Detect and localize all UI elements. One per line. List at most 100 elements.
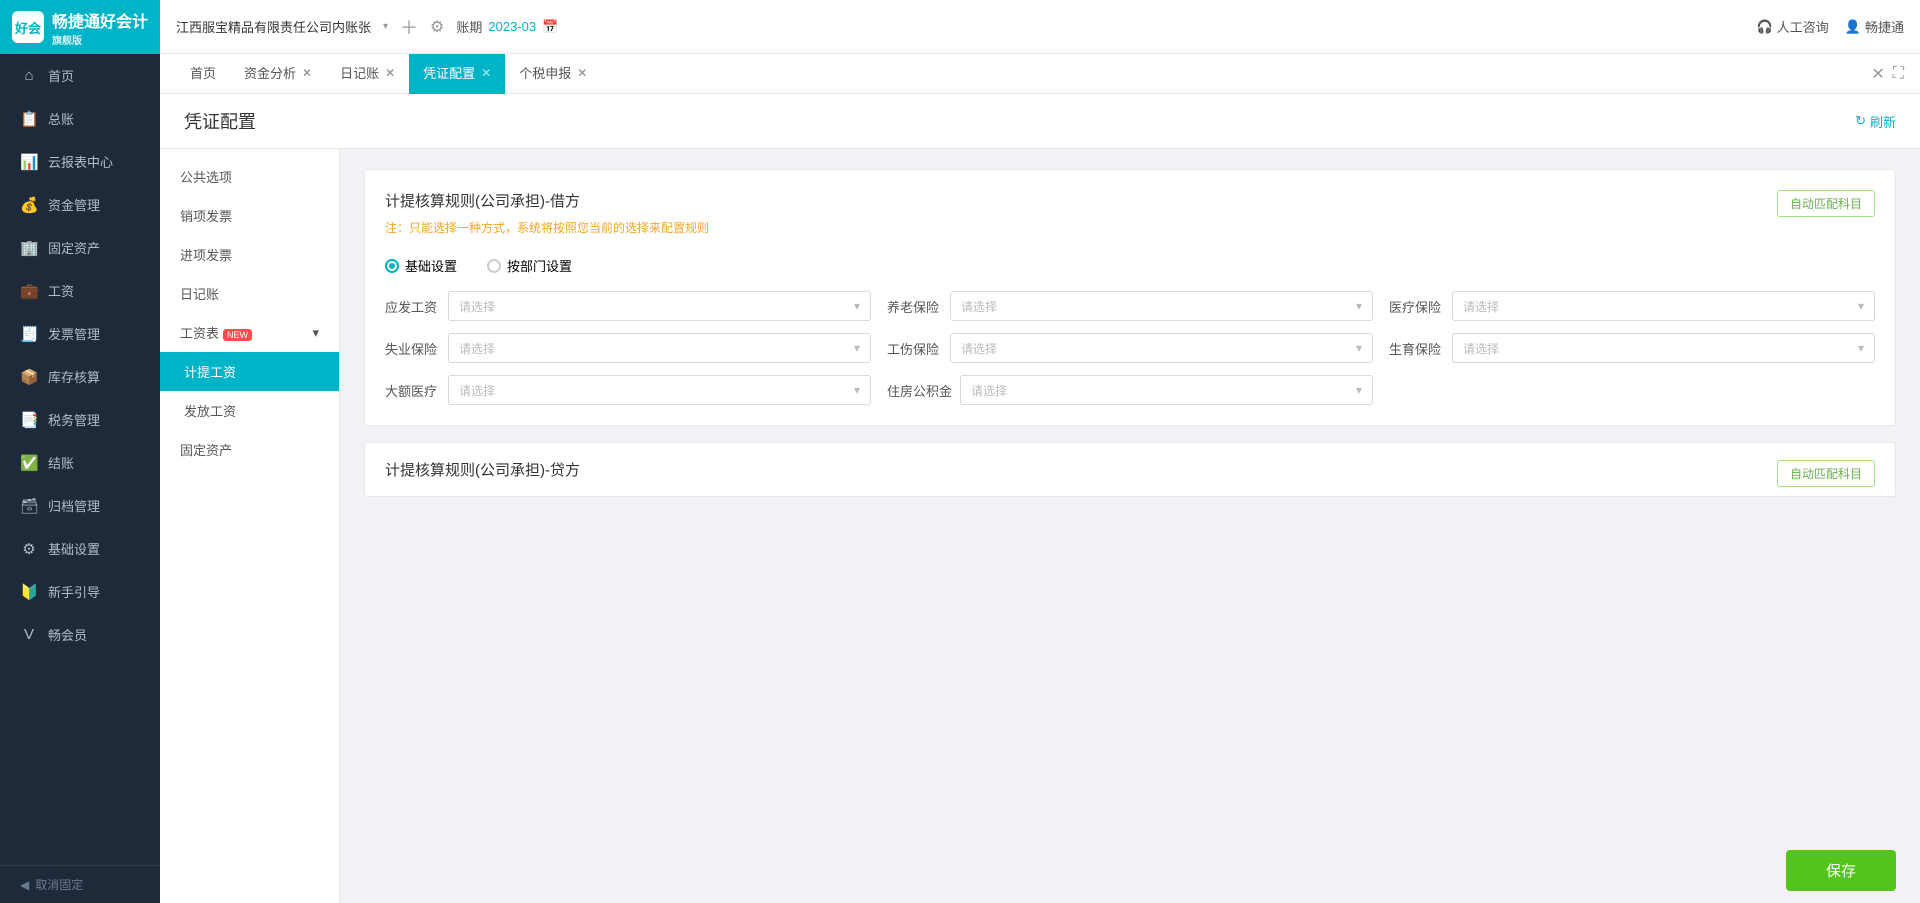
select-yfgz[interactable]: 请选择 ▾ xyxy=(448,291,871,321)
company-name: 江西服宝精品有限责任公司内账张 xyxy=(176,17,371,36)
sidebar-item-invoice[interactable]: 🧾发票管理 xyxy=(0,312,160,355)
close-tab-btn[interactable]: ✕ xyxy=(1871,64,1884,84)
sidebar-label-archive: 归档管理 xyxy=(48,496,100,515)
tab-tax[interactable]: 个税申报 ✕ xyxy=(505,54,601,94)
select-ylbx[interactable]: 请选择 ▾ xyxy=(950,291,1373,321)
period-label: 账期 2023-03 📅 xyxy=(456,17,558,36)
field-yfgz: 应发工资 请选择 ▾ xyxy=(385,291,871,321)
sidebar-item-guide[interactable]: 🔰新手引导 xyxy=(0,570,160,613)
select-sybx-arrow: ▾ xyxy=(854,341,860,355)
tab-journal[interactable]: 日记账 ✕ xyxy=(326,54,409,94)
sidebar-item-funds[interactable]: 💰资金管理 xyxy=(0,183,160,226)
debit-auto-match-btn[interactable]: 自动匹配科目 xyxy=(1777,190,1875,217)
sidebar-item-reports[interactable]: 📊云报表中心 xyxy=(0,140,160,183)
sidebar-icon-salary: 💼 xyxy=(20,282,38,300)
left-menu-item-purchase[interactable]: 进项发票 xyxy=(160,235,339,274)
sidebar-item-vip[interactable]: V畅会员 xyxy=(0,613,160,656)
tab-label-tax: 个税申报 xyxy=(519,63,571,82)
logo-icon: 好会 xyxy=(12,11,44,43)
select-sybx[interactable]: 请选择 ▾ xyxy=(448,333,871,363)
refresh-icon: ↻ xyxy=(1855,113,1866,129)
calendar-icon[interactable]: 📅 xyxy=(542,19,558,35)
main-area: 江西服宝精品有限责任公司内账张 ▾ ＋ ⚙ 账期 2023-03 📅 🎧 人工咨… xyxy=(160,0,1920,903)
radio-dept[interactable]: 按部门设置 xyxy=(487,256,572,275)
headset-icon: 🎧 xyxy=(1757,19,1773,35)
sidebar-label-salary: 工资 xyxy=(48,281,74,300)
tab-funds[interactable]: 资金分析 ✕ xyxy=(230,54,326,94)
right-panel: 计提核算规则(公司承担)-借方 注：只能选择一种方式，系统将按照您当前的选择来配… xyxy=(340,149,1920,903)
cancel-fixed-icon: ◀ xyxy=(20,878,29,892)
tab-home[interactable]: 首页 xyxy=(176,54,230,94)
logo-title: 畅捷通好会计 xyxy=(52,8,148,32)
sidebar-item-tax[interactable]: 📑税务管理 xyxy=(0,398,160,441)
sidebar-item-settlement[interactable]: ✅结账 xyxy=(0,441,160,484)
sidebar-item-salary[interactable]: 💼 工资 xyxy=(0,269,160,312)
tab-label-voucher: 凭证配置 xyxy=(423,63,475,82)
tab-close-tax[interactable]: ✕ xyxy=(577,66,587,80)
select-zfgjj[interactable]: 请选择 ▾ xyxy=(960,375,1373,405)
settings-icon[interactable]: ⚙ xyxy=(430,17,444,37)
tab-close-journal[interactable]: ✕ xyxy=(385,66,395,80)
select-sybx2[interactable]: 请选择 ▾ xyxy=(1452,333,1875,363)
left-menu-label-journal: 日记账 xyxy=(180,287,219,302)
radio-dept-circle xyxy=(487,259,501,273)
field-sybx2: 生育保险 请选择 ▾ xyxy=(1389,333,1875,363)
tab-label-home: 首页 xyxy=(190,63,216,82)
add-company-btn[interactable]: ＋ xyxy=(400,14,418,40)
left-menu: 公共选项销项发票进项发票日记账工资表NEW▾计提工资发放工资固定资产 xyxy=(160,149,340,903)
radio-basic[interactable]: 基础设置 xyxy=(385,256,457,275)
select-dely[interactable]: 请选择 ▾ xyxy=(448,375,871,405)
select-zfgjj-arrow: ▾ xyxy=(1356,383,1362,397)
radio-dept-label: 按部门设置 xyxy=(507,256,572,275)
debit-section-title: 计提核算规则(公司承担)-借方 xyxy=(385,190,1777,211)
left-menu-sub-payment[interactable]: 发放工资 xyxy=(160,391,339,430)
logo-subtitle: 旗舰版 xyxy=(52,32,148,47)
left-menu-label-fixed: 固定资产 xyxy=(180,443,232,458)
sidebar-item-archive[interactable]: 🗃 归档管理 xyxy=(0,484,160,527)
sidebar-label-inventory: 库存核算 xyxy=(48,367,100,386)
sidebar-item-settings[interactable]: ⚙基础设置 xyxy=(0,527,160,570)
save-button[interactable]: 保存 xyxy=(1786,850,1896,891)
sidebar-label-guide: 新手引导 xyxy=(48,582,100,601)
left-menu-group-salary-table[interactable]: 工资表NEW▾ xyxy=(160,313,339,352)
sidebar-item-inventory[interactable]: 📦库存核算 xyxy=(0,355,160,398)
debit-section-top: 计提核算规则(公司承担)-借方 注：只能选择一种方式，系统将按照您当前的选择来配… xyxy=(385,190,1777,250)
select-ylbx-arrow: ▾ xyxy=(1356,299,1362,313)
credit-section-title: 计提核算规则(公司承担)-贷方 xyxy=(385,459,580,480)
cancel-fixed-btn[interactable]: ◀ 取消固定 xyxy=(0,865,160,903)
label-sybx: 失业保险 xyxy=(385,339,440,358)
select-sybx2-placeholder: 请选择 xyxy=(1463,340,1499,357)
left-menu-item-journal[interactable]: 日记账 xyxy=(160,274,339,313)
left-menu-item-public[interactable]: 公共选项 xyxy=(160,157,339,196)
sidebar-item-ledger[interactable]: 📋 总账 xyxy=(0,97,160,140)
sidebar-item-home[interactable]: ⌂首页 xyxy=(0,54,160,97)
field-zfgjj: 住房公积金 请选择 ▾ xyxy=(887,375,1373,405)
label-ylbx2: 医疗保险 xyxy=(1389,297,1444,316)
sidebar-icon-archive: 🗃 xyxy=(20,497,38,515)
user-menu[interactable]: 👤 畅捷通 xyxy=(1845,17,1904,36)
left-menu-item-fixed[interactable]: 固定资产 xyxy=(160,430,339,469)
field-gsbx: 工伤保险 请选择 ▾ xyxy=(887,333,1373,363)
left-menu-label-salary-table: 工资表NEW xyxy=(180,323,252,342)
consulting-btn[interactable]: 🎧 人工咨询 xyxy=(1757,17,1829,36)
select-gsbx[interactable]: 请选择 ▾ xyxy=(950,333,1373,363)
select-gsbx-arrow: ▾ xyxy=(1356,341,1362,355)
select-ylbx2[interactable]: 请选择 ▾ xyxy=(1452,291,1875,321)
user-avatar-icon: 👤 xyxy=(1845,19,1861,35)
field-ylbx: 养老保险 请选择 ▾ xyxy=(887,291,1373,321)
sidebar-icon-ledger: 📋 xyxy=(20,110,38,128)
sidebar-label-ledger: 总账 xyxy=(48,109,74,128)
company-dropdown-arrow[interactable]: ▾ xyxy=(383,21,388,32)
tab-close-voucher[interactable]: ✕ xyxy=(481,66,491,80)
select-dely-arrow: ▾ xyxy=(854,383,860,397)
left-menu-item-sales[interactable]: 销项发票 xyxy=(160,196,339,235)
left-menu-sub-accrual[interactable]: 计提工资 xyxy=(160,352,339,391)
sidebar-label-invoice: 发票管理 xyxy=(48,324,100,343)
tab-voucher[interactable]: 凭证配置 ✕ xyxy=(409,54,505,94)
credit-auto-match-btn[interactable]: 自动匹配科目 xyxy=(1777,460,1875,487)
expand-tab-btn[interactable]: ⛶ xyxy=(1893,64,1904,84)
tab-close-funds[interactable]: ✕ xyxy=(302,66,312,80)
sidebar-item-fixed-assets[interactable]: 🏢固定资产 xyxy=(0,226,160,269)
tab-right-buttons: ✕ ⛶ xyxy=(1871,64,1904,84)
refresh-btn[interactable]: ↻ 刷新 xyxy=(1855,112,1896,131)
